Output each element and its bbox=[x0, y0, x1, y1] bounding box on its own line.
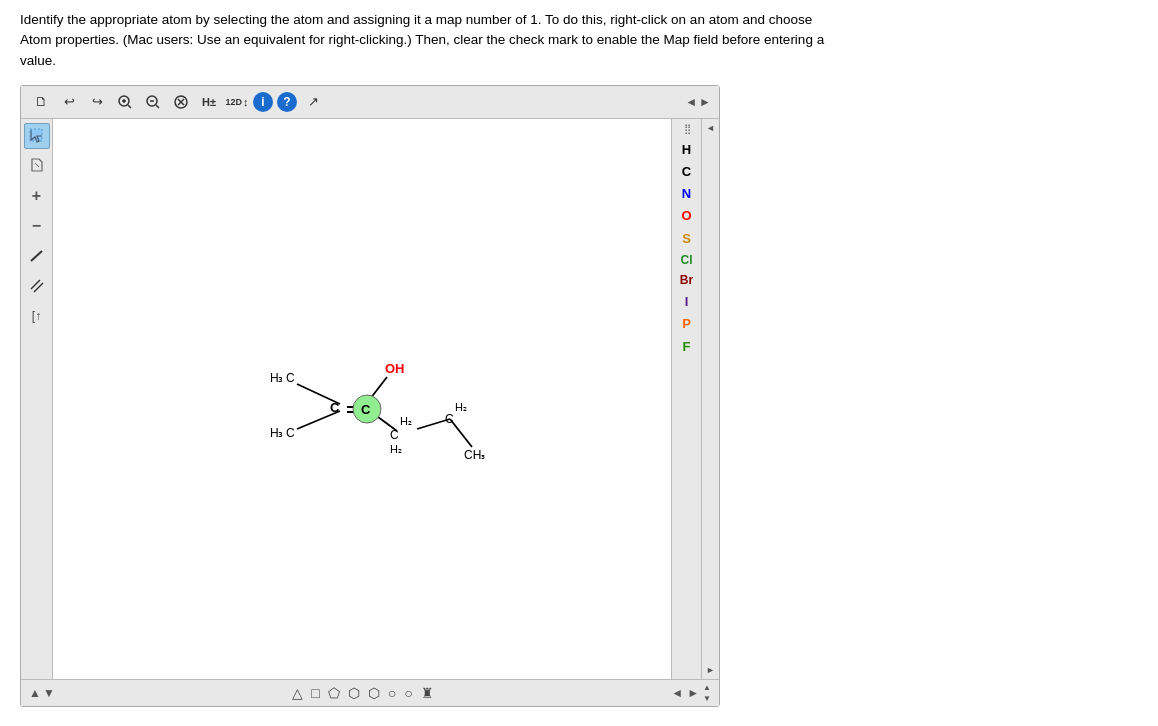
element-N[interactable]: N bbox=[680, 184, 693, 204]
svg-text:H: H bbox=[400, 415, 408, 427]
molecule-editor: 🗋 ↩ ↪ H± 12D ↕ i ? ↗ ◄ ► bbox=[20, 85, 720, 707]
molecule-canvas[interactable]: C C H ₃ C H ₃ C OH C H ₂ H ₂ bbox=[53, 119, 671, 679]
bottom-scroll-up[interactable]: ▲ bbox=[703, 683, 711, 692]
svg-text:H: H bbox=[390, 443, 398, 455]
svg-text:C: C bbox=[361, 402, 371, 417]
select-tool[interactable] bbox=[24, 123, 50, 149]
palette-down-arrow[interactable]: ► bbox=[706, 665, 715, 675]
svg-text:C: C bbox=[330, 400, 340, 415]
custom-shape[interactable]: ♜ bbox=[421, 685, 434, 701]
svg-text:C: C bbox=[390, 428, 399, 442]
toolbar-left-arrow[interactable]: ◄ bbox=[685, 95, 697, 109]
element-O[interactable]: O bbox=[679, 206, 693, 226]
svg-text:₃: ₃ bbox=[278, 426, 283, 440]
svg-text:₃: ₃ bbox=[481, 450, 485, 461]
svg-line-12 bbox=[35, 163, 39, 167]
element-P[interactable]: P bbox=[680, 314, 693, 334]
bottom-left-arrows: ▲ ▼ bbox=[29, 686, 55, 700]
bottom-left-nav[interactable]: ◄ bbox=[671, 686, 683, 700]
zoom-in-button[interactable] bbox=[113, 90, 137, 114]
svg-text:CH: CH bbox=[464, 448, 481, 462]
svg-line-3 bbox=[128, 105, 131, 108]
undo-button[interactable]: ↩ bbox=[57, 90, 81, 114]
expand-button[interactable]: ↗ bbox=[301, 90, 325, 114]
bottom-up-arrow[interactable]: ▲ bbox=[29, 686, 41, 700]
svg-line-6 bbox=[156, 105, 159, 108]
element-I[interactable]: I bbox=[683, 292, 691, 312]
info-button[interactable]: i bbox=[253, 92, 273, 112]
new-button[interactable]: 🗋 bbox=[29, 90, 53, 114]
help-button[interactable]: ? bbox=[277, 92, 297, 112]
element-H[interactable]: H bbox=[680, 140, 693, 160]
ring-shape[interactable]: ○ bbox=[404, 685, 412, 701]
palette-up-arrow[interactable]: ◄ bbox=[706, 123, 715, 133]
template-tool[interactable]: [↑ bbox=[24, 303, 50, 329]
triangle-shape[interactable]: △ bbox=[292, 685, 303, 701]
svg-text:C: C bbox=[445, 412, 454, 426]
shape-tools: △ □ ⬠ ⬡ ⬡ ○ ○ ♜ bbox=[292, 685, 433, 701]
palette-scroll-arrows: ◄ ► bbox=[701, 119, 719, 679]
pentagon-shape[interactable]: ⬠ bbox=[328, 685, 340, 701]
svg-text:₂: ₂ bbox=[398, 444, 402, 455]
palette-dots-icon: ⣿ bbox=[684, 123, 690, 134]
svg-text:₂: ₂ bbox=[463, 402, 467, 413]
svg-rect-10 bbox=[30, 129, 42, 141]
element-F[interactable]: F bbox=[681, 337, 693, 357]
editor-toolbar: 🗋 ↩ ↪ H± 12D ↕ i ? ↗ ◄ ► bbox=[21, 86, 719, 119]
bottom-right-nav: ◄ ► ▲ ▼ bbox=[671, 683, 711, 703]
element-palette: ⣿ H C N O S Cl Br I P F bbox=[671, 119, 701, 679]
toolbar-right-arrow[interactable]: ► bbox=[699, 95, 711, 109]
add-atom-tool[interactable]: + bbox=[24, 183, 50, 209]
left-tools-panel: + − [↑ bbox=[21, 119, 53, 679]
svg-line-13 bbox=[31, 251, 42, 261]
element-S[interactable]: S bbox=[680, 229, 693, 249]
heptagon-shape[interactable]: ⬡ bbox=[368, 685, 380, 701]
square-shape[interactable]: □ bbox=[311, 685, 319, 701]
hexagon-shape[interactable]: ⬡ bbox=[348, 685, 360, 701]
erase-tool[interactable] bbox=[24, 153, 50, 179]
redo-button[interactable]: ↪ bbox=[85, 90, 109, 114]
clear-button[interactable] bbox=[169, 90, 193, 114]
bottom-scroll-down[interactable]: ▼ bbox=[703, 694, 711, 703]
octagon-shape[interactable]: ○ bbox=[388, 685, 396, 701]
zoom-out-button[interactable] bbox=[141, 90, 165, 114]
svg-text:H: H bbox=[455, 401, 463, 413]
instruction-text: Identify the appropriate atom by selecti… bbox=[20, 10, 1120, 71]
single-bond-tool[interactable] bbox=[24, 243, 50, 269]
molecule-svg: C C H ₃ C H ₃ C OH C H ₂ H ₂ bbox=[202, 299, 522, 499]
remove-atom-tool[interactable]: − bbox=[24, 213, 50, 239]
svg-text:C: C bbox=[286, 371, 295, 385]
svg-text:₂: ₂ bbox=[408, 416, 412, 427]
bottom-down-arrow[interactable]: ▼ bbox=[43, 686, 55, 700]
editor-body: + − [↑ bbox=[21, 119, 719, 679]
element-Br[interactable]: Br bbox=[678, 271, 695, 290]
double-bond-tool[interactable] bbox=[24, 273, 50, 299]
bottom-toolbar: ▲ ▼ △ □ ⬠ ⬡ ⬡ ○ ○ ♜ ◄ ► ▲ ▼ bbox=[21, 679, 719, 706]
svg-text:₃: ₃ bbox=[278, 371, 283, 385]
element-C[interactable]: C bbox=[680, 162, 693, 182]
svg-text:C: C bbox=[286, 426, 295, 440]
svg-text:OH: OH bbox=[385, 361, 405, 376]
element-Cl[interactable]: Cl bbox=[679, 251, 695, 270]
bottom-right-nav[interactable]: ► bbox=[687, 686, 699, 700]
right-panel: ⣿ H C N O S Cl Br I P F ◄ ► bbox=[671, 119, 719, 679]
mapping-button[interactable]: 12D ↕ bbox=[225, 90, 249, 114]
hcount-button[interactable]: H± bbox=[197, 90, 221, 114]
